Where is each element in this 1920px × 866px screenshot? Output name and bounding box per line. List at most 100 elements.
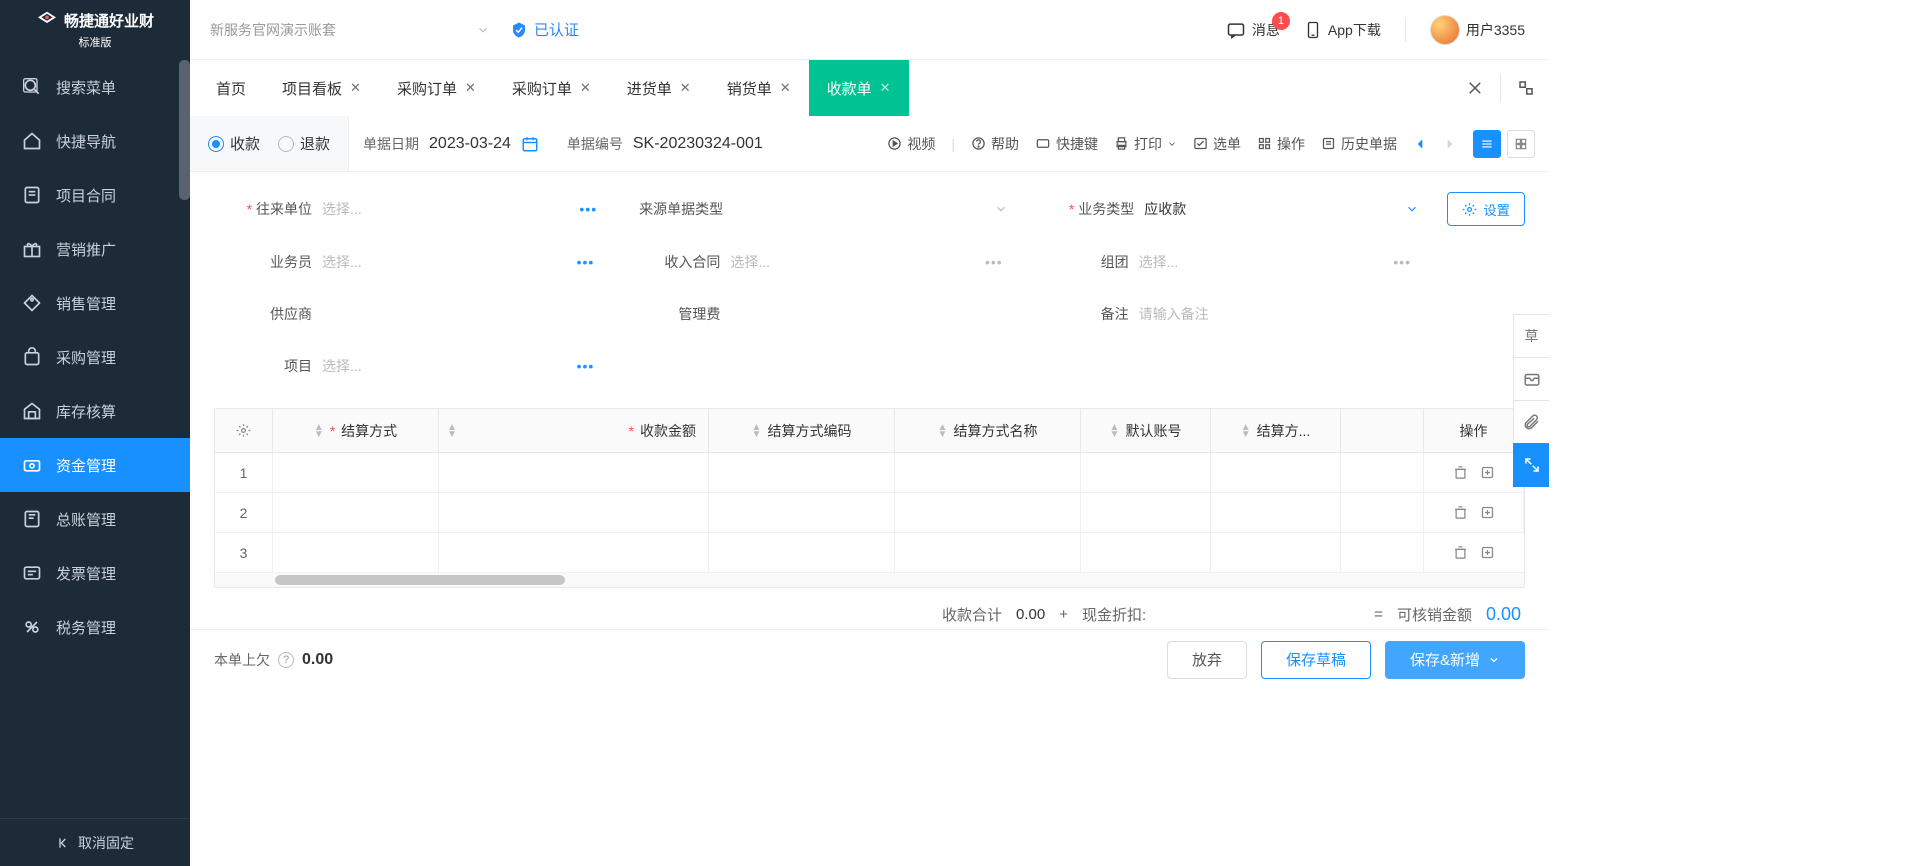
table-cell[interactable] <box>439 533 709 573</box>
tab-receipt[interactable]: 收款单✕ <box>809 60 909 116</box>
sidebar-item-funds[interactable]: 资金管理 <box>0 438 190 492</box>
tab-purchase-order-2[interactable]: 采购订单✕ <box>494 60 609 116</box>
table-header-settle-name[interactable]: ▲▼结算方式名称 <box>895 409 1081 453</box>
sidebar-item-search[interactable]: 搜索菜单 <box>0 60 190 114</box>
table-cell[interactable] <box>1341 533 1424 573</box>
biz-type-input[interactable]: 应收款 <box>1144 193 1423 225</box>
table-cell[interactable] <box>1081 533 1211 573</box>
radio-refund[interactable]: 退款 <box>278 133 330 154</box>
horizontal-scrollbar[interactable] <box>215 573 1524 587</box>
table-cell[interactable] <box>273 453 439 493</box>
history-button[interactable]: 历史单据 <box>1321 134 1397 154</box>
tab-purchase-order[interactable]: 采购订单✕ <box>379 60 494 116</box>
delete-row-icon[interactable] <box>1453 465 1468 480</box>
sidebar-item-project[interactable]: 项目合同 <box>0 168 190 222</box>
table-cell[interactable] <box>709 493 895 533</box>
income-contract-input[interactable]: 选择...••• <box>730 246 1006 278</box>
table-cell[interactable] <box>439 493 709 533</box>
table-cell[interactable] <box>1081 493 1211 533</box>
table-cell[interactable] <box>439 453 709 493</box>
save-new-button[interactable]: 保存&新增 <box>1385 641 1525 679</box>
close-icon[interactable]: ✕ <box>350 80 361 96</box>
sidebar-unpin[interactable]: 取消固定 <box>0 818 190 866</box>
more-icon[interactable]: ••• <box>579 201 597 217</box>
table-header-config[interactable] <box>215 409 273 453</box>
table-header-amount[interactable]: ▲▼* 收款金额 <box>439 409 709 453</box>
delete-row-icon[interactable] <box>1453 505 1468 520</box>
rail-attachment-icon[interactable] <box>1513 400 1549 444</box>
tab-home[interactable]: 首页 <box>198 60 264 116</box>
add-row-icon[interactable] <box>1480 505 1495 520</box>
close-icon[interactable]: ✕ <box>680 80 691 96</box>
rail-inbox-icon[interactable] <box>1513 357 1549 401</box>
close-icon[interactable]: ✕ <box>580 80 591 96</box>
view-card-toggle[interactable] <box>1507 130 1535 158</box>
messages-button[interactable]: 消息 1 <box>1226 20 1280 40</box>
sidebar-item-purchase[interactable]: 采购管理 <box>0 330 190 384</box>
salesman-input[interactable]: 选择...••• <box>322 246 598 278</box>
tab-inbound[interactable]: 进货单✕ <box>609 60 709 116</box>
add-row-icon[interactable] <box>1480 545 1495 560</box>
party-input[interactable]: 选择...••• <box>322 193 601 225</box>
sidebar-item-sales[interactable]: 销售管理 <box>0 276 190 330</box>
sidebar-scrollbar[interactable] <box>179 60 190 200</box>
more-icon[interactable]: ••• <box>577 254 595 270</box>
close-icon[interactable]: ✕ <box>880 80 891 96</box>
calendar-icon[interactable] <box>521 135 539 153</box>
print-button[interactable]: 打印 <box>1114 134 1177 154</box>
table-header-settle-type[interactable]: ▲▼* 结算方式 <box>273 409 439 453</box>
shortcut-button[interactable]: 快捷键 <box>1035 134 1098 154</box>
table-cell[interactable] <box>1081 453 1211 493</box>
table-header-settle-more[interactable]: ▲▼结算方... <box>1211 409 1341 453</box>
sidebar-item-marketing[interactable]: 营销推广 <box>0 222 190 276</box>
more-icon[interactable]: ••• <box>985 254 1003 270</box>
sidebar-item-invoice[interactable]: 发票管理 <box>0 546 190 600</box>
video-button[interactable]: 视频 <box>887 134 935 154</box>
close-icon[interactable]: ✕ <box>780 80 791 96</box>
table-cell[interactable] <box>895 453 1081 493</box>
account-selector[interactable]: 新服务官网演示账套 <box>190 20 510 40</box>
table-header-default-acct[interactable]: ▲▼默认账号 <box>1081 409 1211 453</box>
table-cell[interactable] <box>1341 493 1424 533</box>
user-menu[interactable]: 用户3355 <box>1430 15 1525 45</box>
sidebar-item-nav[interactable]: 快捷导航 <box>0 114 190 168</box>
table-cell[interactable] <box>1211 493 1341 533</box>
add-row-icon[interactable] <box>1480 465 1495 480</box>
group-input[interactable]: 选择...••• <box>1139 246 1415 278</box>
project-input[interactable]: 选择...••• <box>322 350 598 382</box>
prev-icon[interactable] <box>1413 137 1427 151</box>
table-header-settle-code[interactable]: ▲▼结算方式编码 <box>709 409 895 453</box>
supplier-input[interactable] <box>322 298 598 330</box>
more-icon[interactable]: ••• <box>1393 254 1411 270</box>
table-cell[interactable] <box>895 533 1081 573</box>
sidebar-item-ledger[interactable]: 总账管理 <box>0 492 190 546</box>
help-icon[interactable]: ? <box>278 652 294 668</box>
table-cell[interactable] <box>709 533 895 573</box>
settings-button[interactable]: 设置 <box>1447 192 1525 226</box>
table-cell[interactable] <box>273 493 439 533</box>
source-type-input[interactable] <box>733 193 1012 225</box>
rail-draft[interactable]: 草 <box>1513 314 1549 358</box>
table-cell[interactable] <box>709 453 895 493</box>
more-icon[interactable]: ••• <box>577 358 595 374</box>
close-all-icon[interactable] <box>1466 79 1484 97</box>
mgmt-fee-input[interactable] <box>730 298 1006 330</box>
table-cell[interactable] <box>895 493 1081 533</box>
rail-fullscreen-icon[interactable] <box>1513 443 1549 487</box>
remark-input[interactable]: 请输入备注 <box>1139 298 1415 330</box>
sidebar-item-tax[interactable]: 税务管理 <box>0 600 190 654</box>
table-cell[interactable] <box>273 533 439 573</box>
table-cell[interactable] <box>1211 533 1341 573</box>
expand-icon[interactable] <box>1517 79 1535 97</box>
save-draft-button[interactable]: 保存草稿 <box>1261 641 1371 679</box>
radio-receipt[interactable]: 收款 <box>208 133 260 154</box>
tab-sales-bill[interactable]: 销货单✕ <box>709 60 809 116</box>
help-button[interactable]: 帮助 <box>971 134 1019 154</box>
close-icon[interactable]: ✕ <box>465 80 476 96</box>
tab-project-board[interactable]: 项目看板✕ <box>264 60 379 116</box>
table-cell[interactable] <box>1211 453 1341 493</box>
view-list-toggle[interactable] <box>1473 130 1501 158</box>
bill-date-input[interactable]: 2023-03-24 <box>429 135 511 153</box>
next-icon[interactable] <box>1443 137 1457 151</box>
operate-button[interactable]: 操作 <box>1257 134 1305 154</box>
